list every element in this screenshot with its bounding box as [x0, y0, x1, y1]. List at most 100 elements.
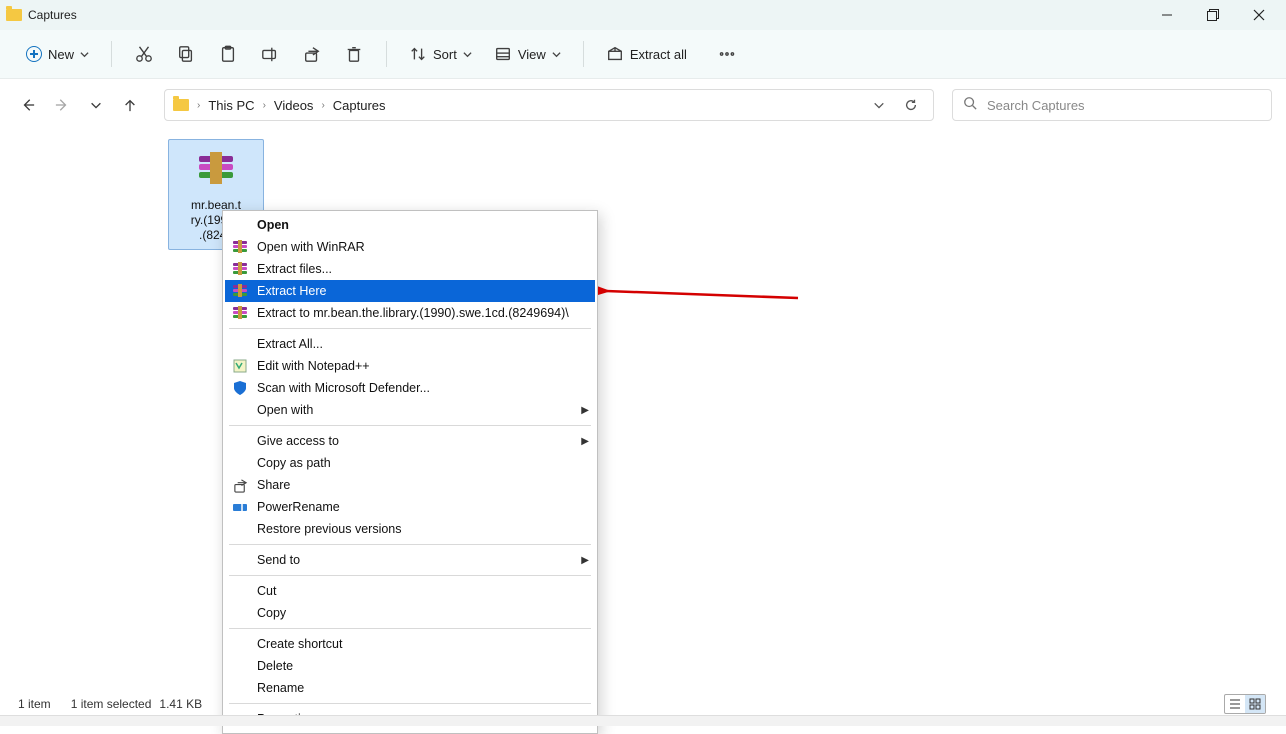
plus-icon — [26, 46, 42, 62]
ctx-delete[interactable]: Delete — [225, 655, 595, 677]
ctx-share[interactable]: Share — [225, 474, 595, 496]
maximize-button[interactable] — [1190, 0, 1236, 30]
winrar-icon — [231, 238, 249, 256]
nav-row: › This PC › Videos › Captures — [0, 85, 1286, 125]
chevron-right-icon: ▶ — [581, 436, 589, 447]
notepadpp-icon — [231, 357, 249, 375]
breadcrumb-item[interactable]: This PC — [204, 96, 258, 115]
address-dropdown[interactable] — [865, 91, 893, 119]
search-input[interactable] — [987, 98, 1261, 113]
new-label: New — [48, 47, 74, 62]
separator — [111, 41, 112, 67]
trash-icon — [345, 45, 363, 63]
address-bar[interactable]: › This PC › Videos › Captures — [164, 89, 934, 121]
content-area: mr.bean.t ry.(1990). .(8249 — [0, 125, 1286, 250]
paste-button[interactable] — [210, 39, 246, 69]
rar-archive-icon — [196, 152, 236, 190]
copy-button[interactable] — [168, 39, 204, 69]
status-selected: 1 item selected — [71, 697, 152, 711]
status-size: 1.41 KB — [159, 697, 202, 711]
menu-separator — [229, 425, 591, 426]
copy-icon — [177, 45, 195, 63]
minimize-button[interactable] — [1144, 0, 1190, 30]
chevron-right-icon: › — [321, 100, 324, 111]
sort-icon — [409, 45, 427, 63]
powerrename-icon — [231, 498, 249, 516]
menu-separator — [229, 328, 591, 329]
delete-button[interactable] — [336, 39, 372, 69]
history-dropdown[interactable] — [82, 91, 110, 119]
sort-label: Sort — [433, 47, 457, 62]
winrar-icon — [231, 304, 249, 322]
separator — [583, 41, 584, 67]
separator — [386, 41, 387, 67]
menu-separator — [229, 575, 591, 576]
ctx-open[interactable]: Open — [225, 214, 595, 236]
archive-icon — [606, 45, 624, 63]
winrar-icon — [231, 260, 249, 278]
details-view-button[interactable] — [1225, 695, 1245, 713]
chevron-right-icon: ▶ — [581, 555, 589, 566]
ctx-give-access[interactable]: Give access to▶ — [225, 430, 595, 452]
up-button[interactable] — [116, 91, 144, 119]
annotation-arrow — [598, 286, 808, 306]
ctx-cut[interactable]: Cut — [225, 580, 595, 602]
ctx-edit-notepadpp[interactable]: Edit with Notepad++ — [225, 355, 595, 377]
share-button[interactable] — [294, 39, 330, 69]
search-box[interactable] — [952, 89, 1272, 121]
ctx-restore-previous[interactable]: Restore previous versions — [225, 518, 595, 540]
ctx-extract-here[interactable]: Extract Here — [225, 280, 595, 302]
menu-separator — [229, 628, 591, 629]
share-icon — [303, 45, 321, 63]
app-folder-icon — [6, 9, 22, 21]
chevron-down-icon — [552, 50, 561, 59]
ctx-open-with[interactable]: Open with▶ — [225, 399, 595, 421]
ctx-scan-defender[interactable]: Scan with Microsoft Defender... — [225, 377, 595, 399]
chevron-right-icon: ▶ — [581, 405, 589, 416]
extract-all-label: Extract all — [630, 47, 687, 62]
sort-button[interactable]: Sort — [401, 39, 480, 69]
folder-icon — [173, 99, 189, 111]
breadcrumb-item[interactable]: Captures — [329, 96, 390, 115]
forward-button[interactable] — [48, 91, 76, 119]
breadcrumb-item[interactable]: Videos — [270, 96, 318, 115]
icons-view-button[interactable] — [1245, 695, 1265, 713]
rename-icon — [261, 45, 279, 63]
back-button[interactable] — [14, 91, 42, 119]
shield-icon — [231, 379, 249, 397]
ctx-create-shortcut[interactable]: Create shortcut — [225, 633, 595, 655]
close-button[interactable] — [1236, 0, 1282, 30]
new-button[interactable]: New — [18, 40, 97, 68]
more-button[interactable] — [709, 39, 745, 69]
view-button[interactable]: View — [486, 39, 569, 69]
chevron-right-icon: › — [263, 100, 266, 111]
status-item-count: 1 item — [18, 697, 51, 711]
ctx-extract-to[interactable]: Extract to mr.bean.the.library.(1990).sw… — [225, 302, 595, 324]
scissors-icon — [135, 45, 153, 63]
rename-button[interactable] — [252, 39, 288, 69]
winrar-icon — [231, 282, 249, 300]
menu-separator — [229, 544, 591, 545]
status-bar: 1 item 1 item selected 1.41 KB — [0, 693, 1286, 715]
share-icon — [231, 476, 249, 494]
ctx-extract-all[interactable]: Extract All... — [225, 333, 595, 355]
refresh-button[interactable] — [897, 91, 925, 119]
ctx-open-winrar[interactable]: Open with WinRAR — [225, 236, 595, 258]
view-toggle — [1224, 694, 1266, 714]
search-icon — [963, 96, 977, 115]
extract-all-button[interactable]: Extract all — [598, 39, 695, 69]
ctx-extract-files[interactable]: Extract files... — [225, 258, 595, 280]
chevron-right-icon: › — [197, 100, 200, 111]
horizontal-scrollbar[interactable] — [0, 715, 1286, 726]
cut-button[interactable] — [126, 39, 162, 69]
view-label: View — [518, 47, 546, 62]
title-bar: Captures — [0, 0, 1286, 30]
view-icon — [494, 45, 512, 63]
ctx-power-rename[interactable]: PowerRename — [225, 496, 595, 518]
chevron-down-icon — [463, 50, 472, 59]
ctx-copy[interactable]: Copy — [225, 602, 595, 624]
toolbar: New Sort View Extract all — [0, 30, 1286, 79]
ellipsis-icon — [718, 45, 736, 63]
ctx-send-to[interactable]: Send to▶ — [225, 549, 595, 571]
ctx-copy-path[interactable]: Copy as path — [225, 452, 595, 474]
